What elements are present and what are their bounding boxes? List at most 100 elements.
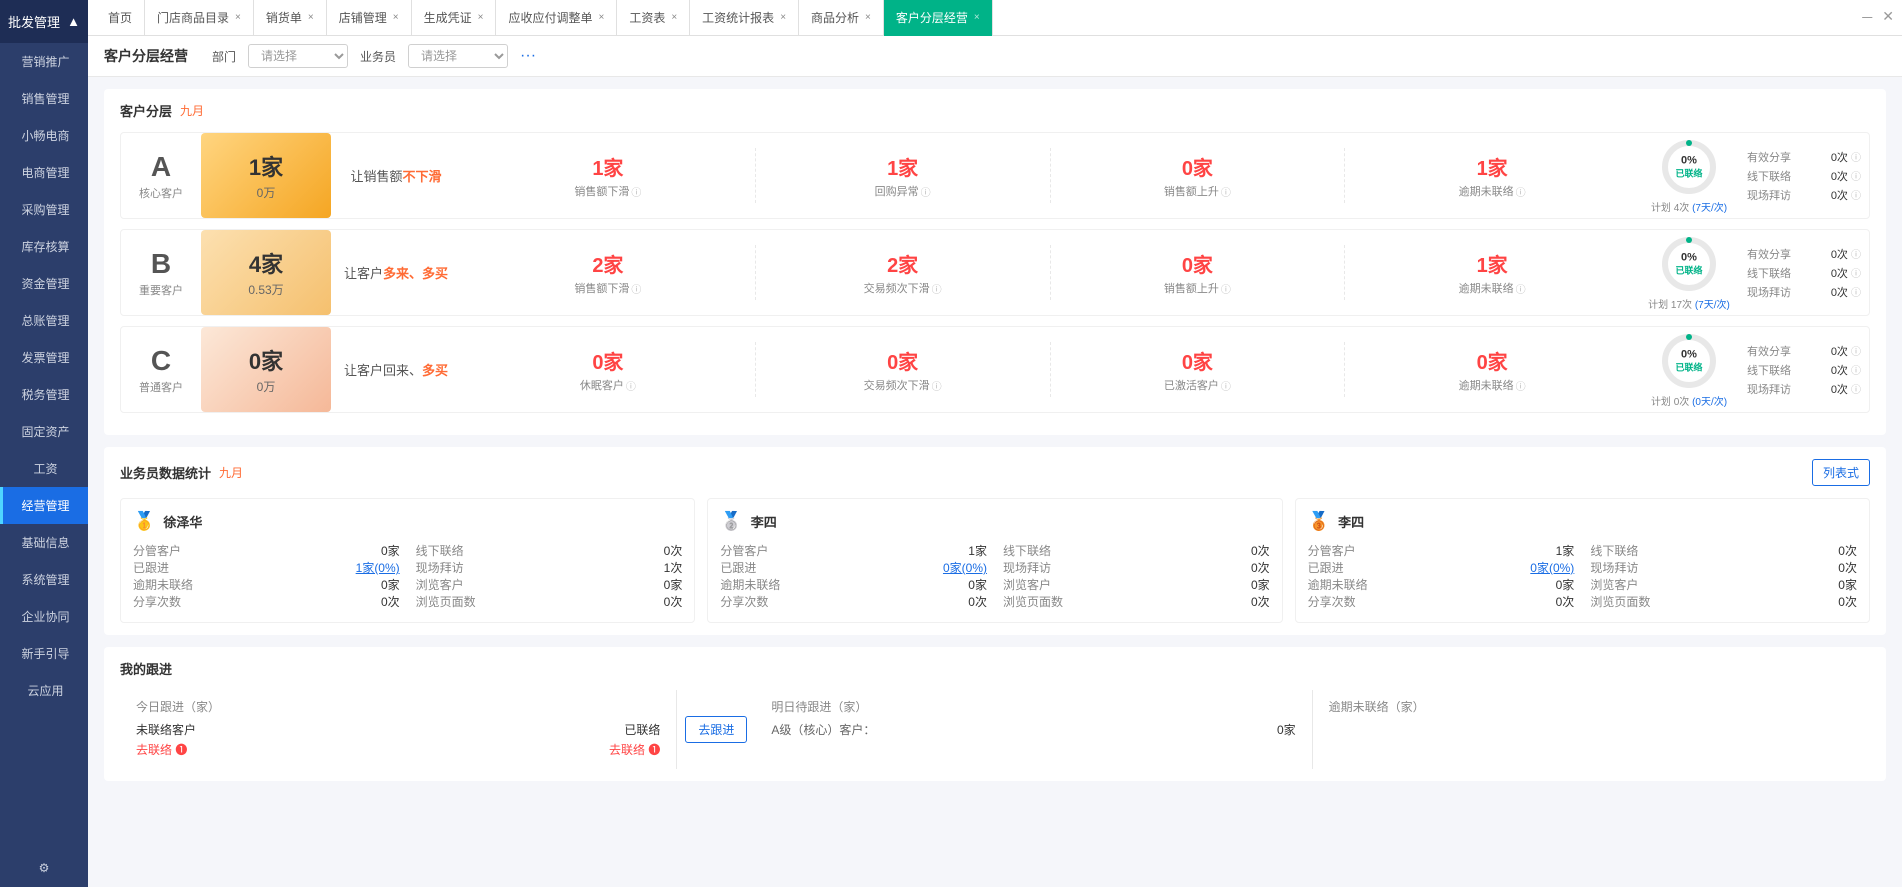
followup-goto-2[interactable]: 去联络 ❶ bbox=[609, 741, 660, 758]
tab-close-生成凭证[interactable]: × bbox=[478, 12, 484, 23]
page-title: 客户分层经营 bbox=[104, 46, 188, 66]
dept-filter-label: 部门 bbox=[212, 48, 236, 65]
staff-stat-left-分享次数: 分享次数 0次 bbox=[1308, 593, 1575, 610]
sidebar-item-经营管理[interactable]: 经营管理 bbox=[0, 487, 88, 524]
staff-stat-left-分享次数: 分享次数 0次 bbox=[720, 593, 987, 610]
window-minimize[interactable]: － bbox=[1860, 8, 1874, 28]
customer-month-badge: 九月 bbox=[180, 102, 204, 119]
staff-grid: 🥇 徐泽华 分管客户 0家 已跟进 1家(0%) 逾期未联络 0家 分享次数 0… bbox=[120, 498, 1870, 623]
tier-count-C: 0家 0万 bbox=[201, 327, 331, 412]
tab-门店商品目录[interactable]: 门店商品目录× bbox=[145, 0, 254, 36]
tab-生成凭证[interactable]: 生成凭证× bbox=[412, 0, 497, 36]
list-view-button[interactable]: 列表式 bbox=[1812, 459, 1870, 486]
tab-close-工资统计报表[interactable]: × bbox=[780, 12, 786, 23]
tab-close-客户分层经营[interactable]: × bbox=[974, 12, 980, 23]
sidebar-item-电商管理[interactable]: 电商管理 bbox=[0, 154, 88, 191]
staff-stat-right-浏览页面数: 浏览页面数 0次 bbox=[416, 593, 683, 610]
tier-tip-C: 让客户回来、多买 bbox=[331, 327, 461, 412]
tier-letter-C: C bbox=[151, 345, 171, 377]
sidebar-item-企业协同[interactable]: 企业协同 bbox=[0, 598, 88, 635]
tier-tip-B: 让客户多来、多买 bbox=[331, 230, 461, 315]
sidebar-item-采购管理[interactable]: 采购管理 bbox=[0, 191, 88, 228]
sidebar-item-云应用[interactable]: 云应用 bbox=[0, 672, 88, 709]
stat-cell-A-2: 0家 销售额上升 ⓘ bbox=[1051, 148, 1346, 203]
filter-group: 部门 请选择 业务员 请选择 ··· bbox=[212, 44, 536, 68]
tab-工资统计报表[interactable]: 工资统计报表× bbox=[690, 0, 799, 36]
staff-stat-left-已跟进: 已跟进 0家(0%) bbox=[720, 559, 987, 576]
tier-label-C: C 普通客户 bbox=[121, 327, 201, 412]
right-stats-A: 有效分享 0次 ⓘ 线下联络 0次 ⓘ 现场拜访 0次 ⓘ bbox=[1739, 133, 1869, 218]
staff-stat-left-逾期未联络: 逾期未联络 0家 bbox=[133, 576, 400, 593]
sidebar: 批发管理 ▲ 营销推广销售管理小畅电商电商管理采购管理库存核算资金管理总账管理发… bbox=[0, 0, 88, 887]
tab-close-应收应付调整单[interactable]: × bbox=[598, 12, 604, 23]
tab-客户分层经营[interactable]: 客户分层经营× bbox=[884, 0, 993, 36]
tab-close-销货单[interactable]: × bbox=[308, 12, 314, 23]
tab-close-工资表[interactable]: × bbox=[671, 12, 677, 23]
followup-goto-1[interactable]: 去联络 ❶ bbox=[136, 741, 187, 758]
right-stats-C: 有效分享 0次 ⓘ 线下联络 0次 ⓘ 现场拜访 0次 ⓘ bbox=[1739, 327, 1869, 412]
stat-cell-B-0: 2家 销售额下滑 ⓘ bbox=[461, 245, 756, 300]
sidebar-item-系统管理[interactable]: 系统管理 bbox=[0, 561, 88, 598]
staff-stat-left-分管客户: 分管客户 0家 bbox=[133, 542, 400, 559]
sidebar-item-新手引导[interactable]: 新手引导 bbox=[0, 635, 88, 672]
right-stats-B: 有效分享 0次 ⓘ 线下联络 0次 ⓘ 现场拜访 0次 ⓘ bbox=[1739, 230, 1869, 315]
followup-header: 我的跟进 bbox=[120, 659, 1870, 678]
sidebar-item-小畅电商[interactable]: 小畅电商 bbox=[0, 117, 88, 154]
tab-close-店铺管理[interactable]: × bbox=[393, 12, 399, 23]
sidebar-item-工资[interactable]: 工资 bbox=[0, 450, 88, 487]
tab-工资表[interactable]: 工资表× bbox=[617, 0, 690, 36]
sidebar-item-销售管理[interactable]: 销售管理 bbox=[0, 80, 88, 117]
staff-stat-left-已跟进: 已跟进 1家(0%) bbox=[133, 559, 400, 576]
tab-bar-actions: － ✕ bbox=[1860, 8, 1894, 28]
sidebar-item-资金管理[interactable]: 资金管理 bbox=[0, 265, 88, 302]
staff-name-1: 🥈 李四 bbox=[720, 511, 1269, 532]
tier-name-B: 重要客户 bbox=[139, 282, 183, 298]
more-filter-button[interactable]: ··· bbox=[520, 47, 536, 65]
tab-首页[interactable]: 首页 bbox=[96, 0, 145, 36]
sidebar-item-税务管理[interactable]: 税务管理 bbox=[0, 376, 88, 413]
medal-icon-0: 🥇 bbox=[133, 511, 155, 532]
tier-count-B: 4家 0.53万 bbox=[201, 230, 331, 315]
tab-店铺管理[interactable]: 店铺管理× bbox=[327, 0, 412, 36]
staff-stat-right-线下联络: 线下联络 0次 bbox=[416, 542, 683, 559]
dept-filter-select[interactable]: 请选择 bbox=[248, 44, 348, 68]
tab-close-商品分析[interactable]: × bbox=[865, 12, 871, 23]
tab-应收应付调整单[interactable]: 应收应付调整单× bbox=[496, 0, 617, 36]
stat-cell-B-2: 0家 销售额上升 ⓘ bbox=[1051, 245, 1346, 300]
goto-followup-button[interactable]: 去跟进 bbox=[685, 716, 747, 743]
tab-销货单[interactable]: 销货单× bbox=[254, 0, 327, 36]
tab-close-门店商品目录[interactable]: × bbox=[235, 12, 241, 23]
sidebar-item-营销推广[interactable]: 营销推广 bbox=[0, 43, 88, 80]
gear-icon: ⚙ bbox=[39, 861, 50, 875]
stat-cell-B-1: 2家 交易频次下滑 ⓘ bbox=[756, 245, 1051, 300]
tomorrow-row-1: A级（核心）客户： 0家 bbox=[771, 721, 1295, 738]
sidebar-item-发票管理[interactable]: 发票管理 bbox=[0, 339, 88, 376]
sidebar-item-总账管理[interactable]: 总账管理 bbox=[0, 302, 88, 339]
sidebar-item-基础信息[interactable]: 基础信息 bbox=[0, 524, 88, 561]
tier-letter-A: A bbox=[151, 151, 171, 183]
staff-name-2: 🥉 李四 bbox=[1308, 511, 1857, 532]
window-close[interactable]: ✕ bbox=[1882, 8, 1894, 28]
sidebar-item-库存核算[interactable]: 库存核算 bbox=[0, 228, 88, 265]
sidebar-item-固定资产[interactable]: 固定资产 bbox=[0, 413, 88, 450]
sidebar-header[interactable]: 批发管理 ▲ bbox=[0, 0, 88, 43]
staff-stat-right-现场拜访: 现场拜访 1次 bbox=[416, 559, 683, 576]
circle-stat-A: 0% 已联络 计划 4次 (7天/次) bbox=[1639, 133, 1739, 218]
sidebar-title: 批发管理 bbox=[8, 12, 60, 31]
tier-label-B: B 重要客户 bbox=[121, 230, 201, 315]
followup-row-1: 未联络客户 已联络 bbox=[136, 721, 660, 738]
tier-stats-B: 2家 销售额下滑 ⓘ 2家 交易频次下滑 ⓘ 0家 销售额上升 ⓘ 1家 逾期未… bbox=[461, 230, 1639, 315]
tier-name-A: 核心客户 bbox=[139, 185, 183, 201]
staff-stat-left-分管客户: 分管客户 1家 bbox=[1308, 542, 1575, 559]
staff-stat-right-现场拜访: 现场拜访 0次 bbox=[1590, 559, 1857, 576]
staff-stat-left-已跟进: 已跟进 0家(0%) bbox=[1308, 559, 1575, 576]
stat-cell-A-1: 1家 回购异常 ⓘ bbox=[756, 148, 1051, 203]
tier-tip-A: 让销售额不下滑 bbox=[331, 133, 461, 218]
settings-item[interactable]: ⚙ bbox=[0, 849, 88, 887]
sales-filter-select[interactable]: 请选择 bbox=[408, 44, 508, 68]
tier-row-A: A 核心客户 1家 0万 让销售额不下滑 1家 销售额下滑 ⓘ 1家 回购异常 … bbox=[120, 132, 1870, 219]
stat-cell-C-2: 0家 已激活客户 ⓘ bbox=[1051, 342, 1346, 397]
tab-商品分析[interactable]: 商品分析× bbox=[799, 0, 884, 36]
tier-row-B: B 重要客户 4家 0.53万 让客户多来、多买 2家 销售额下滑 ⓘ 2家 交… bbox=[120, 229, 1870, 316]
today-followup-block: 今日跟进（家） 未联络客户 已联络 去联络 ❶ 去联络 ❶ bbox=[120, 690, 677, 769]
